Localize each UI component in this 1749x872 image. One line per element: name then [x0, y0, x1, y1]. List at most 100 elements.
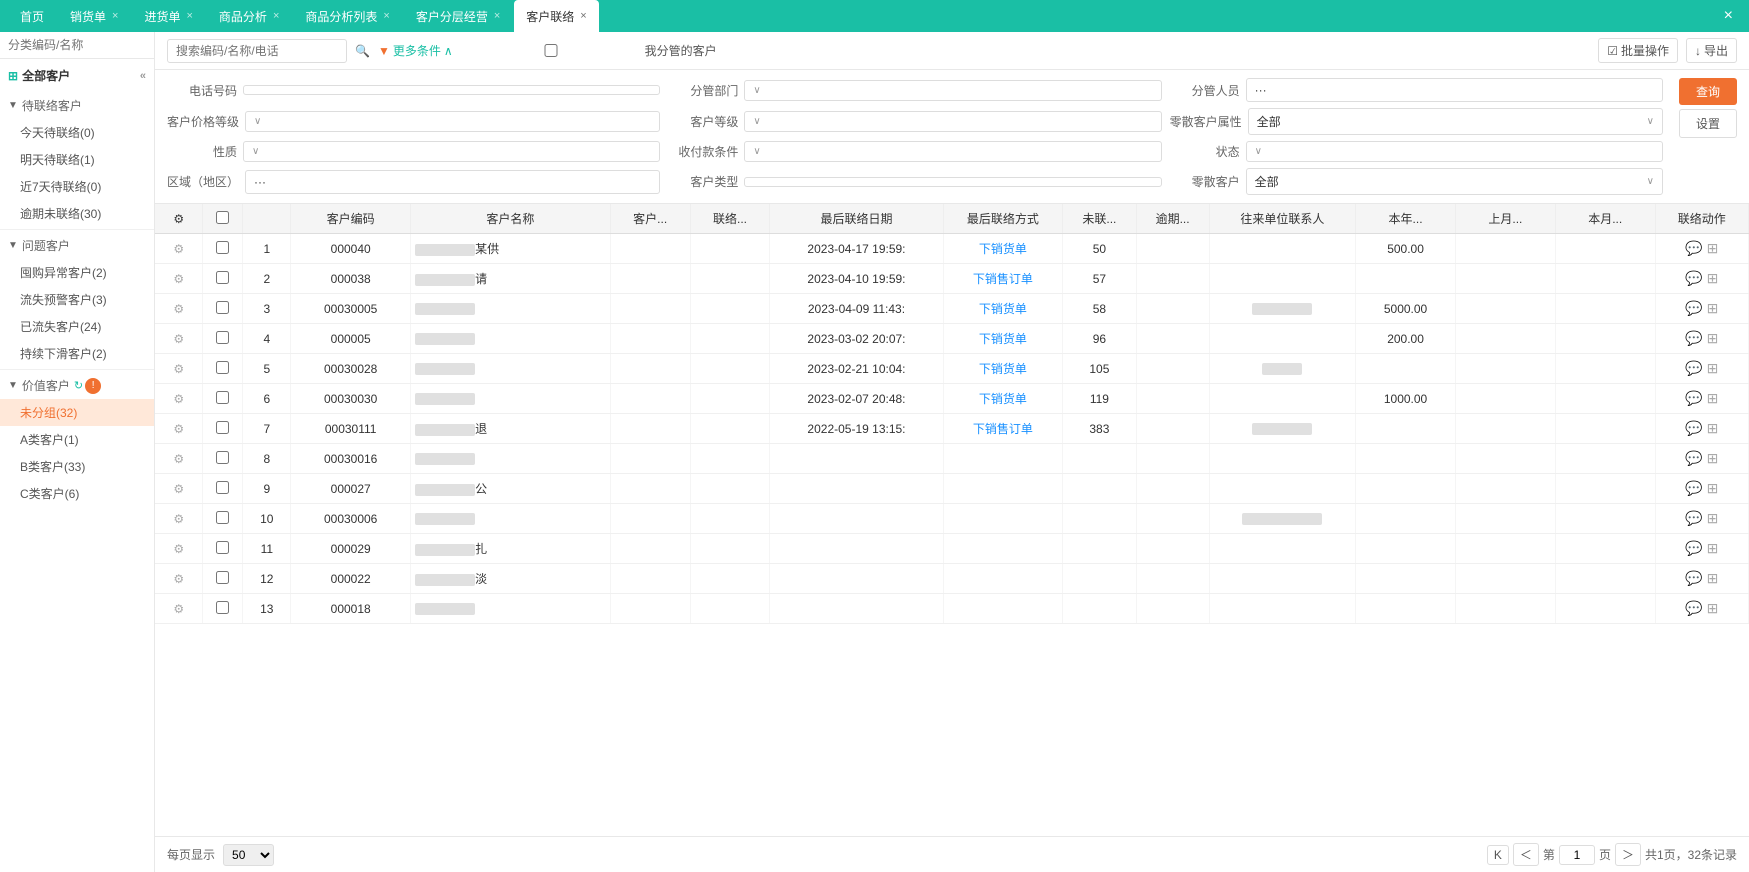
- tab-customer-contact[interactable]: 客户联络 ×: [514, 0, 598, 32]
- row-checkbox[interactable]: [216, 451, 229, 464]
- row-last-method[interactable]: [943, 504, 1063, 534]
- tab-product-analysis[interactable]: 商品分析 ×: [207, 0, 291, 32]
- col-code[interactable]: 客户编码: [291, 204, 411, 234]
- row-settings[interactable]: ⚙: [155, 354, 203, 384]
- chat-icon[interactable]: 💬: [1685, 570, 1702, 587]
- sidebar-item-7days[interactable]: 近7天待联络(0): [0, 173, 154, 200]
- per-page-select[interactable]: 50 100 200: [223, 844, 274, 866]
- row-settings[interactable]: ⚙: [155, 564, 203, 594]
- chat-icon[interactable]: 💬: [1685, 480, 1702, 497]
- row-checkbox[interactable]: [216, 421, 229, 434]
- my-customers-check[interactable]: [461, 44, 641, 57]
- col-settings[interactable]: ⚙: [155, 204, 203, 234]
- region-select[interactable]: ···: [245, 170, 660, 194]
- chat-icon[interactable]: 💬: [1685, 600, 1702, 617]
- tab-customer-segment[interactable]: 客户分层经营 ×: [404, 0, 512, 32]
- customer-level-select[interactable]: ∨: [744, 111, 1161, 132]
- more-icon[interactable]: ⊞: [1707, 390, 1719, 407]
- sidebar-item-declining[interactable]: 持续下滑客户(2): [0, 340, 154, 367]
- row-last-method[interactable]: 下销货单: [943, 234, 1063, 264]
- row-settings[interactable]: ⚙: [155, 384, 203, 414]
- chat-icon[interactable]: 💬: [1685, 390, 1702, 407]
- sidebar-section-problem[interactable]: ▼ 问题客户: [0, 232, 154, 259]
- more-icon[interactable]: ⊞: [1707, 330, 1719, 347]
- row-checkbox[interactable]: [216, 271, 229, 284]
- more-icon[interactable]: ⊞: [1707, 480, 1719, 497]
- row-last-method[interactable]: 下销货单: [943, 294, 1063, 324]
- row-settings[interactable]: ⚙: [155, 504, 203, 534]
- more-icon[interactable]: ⊞: [1707, 570, 1719, 587]
- chat-icon[interactable]: 💬: [1685, 420, 1702, 437]
- row-last-method[interactable]: 下销货单: [943, 354, 1063, 384]
- row-checkbox[interactable]: [216, 331, 229, 344]
- close-all-button[interactable]: ×: [1716, 7, 1741, 25]
- export-button[interactable]: ↓ 导出: [1686, 38, 1737, 63]
- row-checkbox[interactable]: [216, 361, 229, 374]
- collapse-icon[interactable]: «: [140, 70, 146, 82]
- more-icon[interactable]: ⊞: [1707, 450, 1719, 467]
- sidebar-search-input[interactable]: [8, 38, 155, 52]
- close-product-analysis-icon[interactable]: ×: [273, 10, 279, 22]
- retail-select[interactable]: 全部 ∨: [1246, 168, 1663, 195]
- tab-product-analysis-list[interactable]: 商品分析列表 ×: [293, 0, 401, 32]
- chat-icon[interactable]: 💬: [1685, 330, 1702, 347]
- dept-select[interactable]: ∨: [744, 80, 1161, 101]
- chat-icon[interactable]: 💬: [1685, 540, 1702, 557]
- col-last-date[interactable]: 最后联络日期: [770, 204, 943, 234]
- sidebar-section-pending[interactable]: ▼ 待联络客户: [0, 92, 154, 119]
- row-last-method[interactable]: 下销售订单: [943, 414, 1063, 444]
- col-last-method[interactable]: 最后联络方式: [943, 204, 1063, 234]
- sidebar-item-churned[interactable]: 已流失客户(24): [0, 313, 154, 340]
- tab-home[interactable]: 首页: [8, 0, 56, 32]
- row-checkbox[interactable]: [216, 541, 229, 554]
- main-search-icon[interactable]: 🔍: [355, 44, 370, 58]
- row-last-method[interactable]: 下销售订单: [943, 264, 1063, 294]
- row-last-method[interactable]: 下销货单: [943, 324, 1063, 354]
- nature-select[interactable]: ∨: [243, 141, 660, 162]
- row-last-method[interactable]: [943, 444, 1063, 474]
- select-all-checkbox[interactable]: [216, 211, 229, 224]
- chat-icon[interactable]: 💬: [1685, 360, 1702, 377]
- row-last-method[interactable]: 下销货单: [943, 384, 1063, 414]
- status-select[interactable]: ∨: [1246, 141, 1663, 162]
- row-checkbox[interactable]: [216, 601, 229, 614]
- payment-select[interactable]: ∨: [744, 141, 1161, 162]
- next-page-button[interactable]: ＞: [1615, 843, 1641, 866]
- more-icon[interactable]: ⊞: [1707, 300, 1719, 317]
- chat-icon[interactable]: 💬: [1685, 450, 1702, 467]
- sidebar-item-hoarding[interactable]: 囤购异常客户(2): [0, 259, 154, 286]
- tab-purchase[interactable]: 进货单 ×: [132, 0, 204, 32]
- row-checkbox[interactable]: [216, 511, 229, 524]
- col-checkbox[interactable]: [203, 204, 243, 234]
- more-icon[interactable]: ⊞: [1707, 510, 1719, 527]
- person-select[interactable]: ···: [1246, 78, 1663, 102]
- row-settings[interactable]: ⚙: [155, 444, 203, 474]
- customer-type-select[interactable]: [744, 177, 1161, 187]
- sidebar-item-churn-warning[interactable]: 流失预警客户(3): [0, 286, 154, 313]
- row-last-method[interactable]: [943, 594, 1063, 624]
- close-customer-contact-icon[interactable]: ×: [580, 10, 586, 22]
- sidebar-item-ungrouped[interactable]: 未分组(32): [0, 399, 154, 426]
- sidebar-item-today[interactable]: 今天待联络(0): [0, 119, 154, 146]
- value-refresh-icon[interactable]: ↻: [74, 379, 83, 392]
- row-settings[interactable]: ⚙: [155, 534, 203, 564]
- close-customer-segment-icon[interactable]: ×: [494, 10, 500, 22]
- row-checkbox[interactable]: [216, 301, 229, 314]
- more-icon[interactable]: ⊞: [1707, 270, 1719, 287]
- batch-op-button[interactable]: ☑ 批量操作: [1598, 38, 1678, 63]
- row-checkbox[interactable]: [216, 241, 229, 254]
- close-sales-icon[interactable]: ×: [112, 10, 118, 22]
- sidebar-item-tomorrow[interactable]: 明天待联络(1): [0, 146, 154, 173]
- main-search-input[interactable]: [167, 39, 347, 63]
- col-last-month[interactable]: 上月...: [1455, 204, 1555, 234]
- row-settings[interactable]: ⚙: [155, 324, 203, 354]
- more-filters-button[interactable]: ▼ 更多条件 ∧: [378, 42, 453, 59]
- row-settings[interactable]: ⚙: [155, 594, 203, 624]
- my-customers-checkbox[interactable]: 我分管的客户: [461, 42, 717, 59]
- chat-icon[interactable]: 💬: [1685, 510, 1702, 527]
- sidebar-item-overdue[interactable]: 逾期未联络(30): [0, 200, 154, 227]
- sidebar-section-value[interactable]: ▼ 价值客户 ↻ !: [0, 372, 154, 399]
- col-partner[interactable]: 往来单位联系人: [1209, 204, 1355, 234]
- more-icon[interactable]: ⊞: [1707, 540, 1719, 557]
- chat-icon[interactable]: 💬: [1685, 270, 1702, 287]
